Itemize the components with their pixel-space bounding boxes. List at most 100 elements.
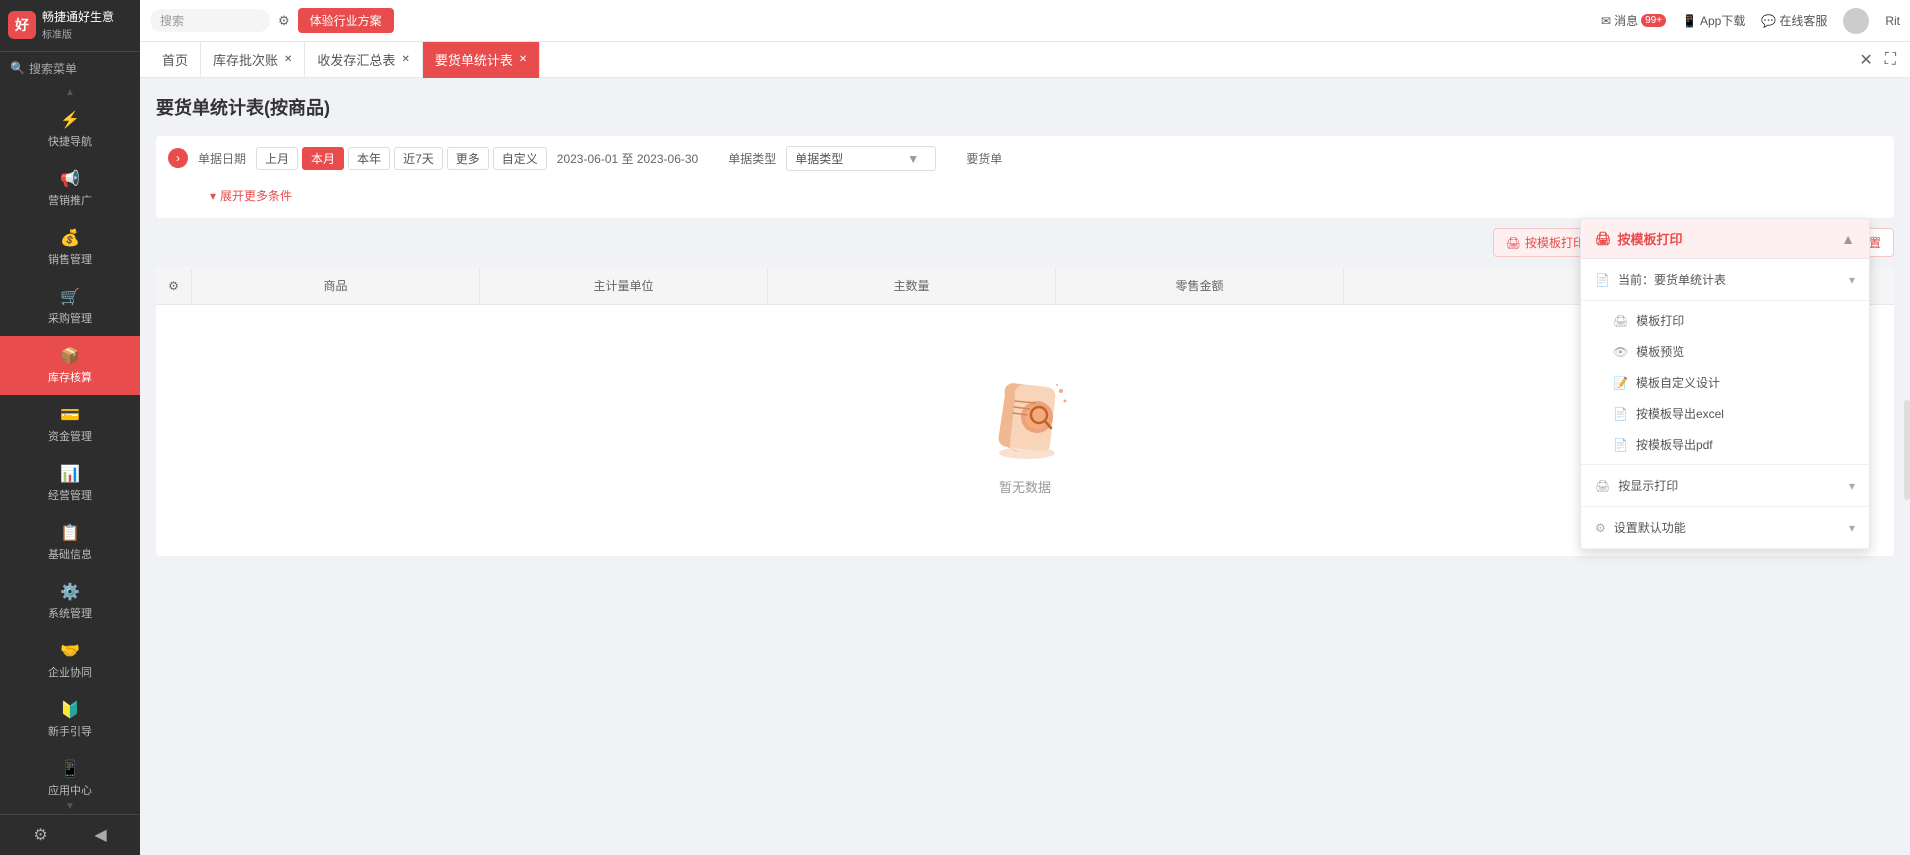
page-area: 要货单统计表(按商品) › 单据日期 上月 本月 本年 近7天 更多 自定义 2…: [140, 78, 1910, 855]
template-print-icon: 🖨: [1613, 314, 1628, 328]
appstore-icon: 📱: [60, 759, 80, 779]
date-btn-7days[interactable]: 近7天: [394, 147, 443, 170]
sidebar-item-collab[interactable]: 🤝 企业协同: [0, 631, 140, 690]
print-dropdown-title: 🖨 按模板打印: [1595, 229, 1683, 248]
tab-close-receipt[interactable]: ✕: [401, 54, 409, 65]
user-avatar[interactable]: [1843, 8, 1869, 34]
expand-icon: ▾: [210, 189, 216, 203]
print-dropdown-header: 🖨 按模板打印 ▲: [1581, 219, 1869, 259]
sidebar-item-finance[interactable]: 💳 资金管理: [0, 395, 140, 454]
default-function-icon: ⚙: [1595, 521, 1606, 535]
app-icon: 📱: [1682, 14, 1697, 28]
sales-icon: 💰: [60, 228, 80, 248]
type-filter-select[interactable]: 单据类型 ▼: [786, 146, 936, 171]
search-menu[interactable]: 🔍 搜索菜单: [0, 52, 140, 85]
top-gear-icon[interactable]: ⚙: [278, 13, 290, 29]
printer-icon: 🖨: [1506, 236, 1521, 250]
template-custom-icon: 📝: [1613, 376, 1628, 390]
finance-icon: 💳: [60, 405, 80, 425]
date-btn-custom[interactable]: 自定义: [493, 147, 547, 170]
print-current-template-item[interactable]: 📄 当前：要货单统计表 ▾: [1581, 263, 1869, 296]
tab-order-summary[interactable]: 要货单统计表 ✕: [423, 42, 540, 78]
sidebar-item-appstore[interactable]: 📱 应用中心: [0, 749, 140, 799]
sidebar-item-operation[interactable]: 📊 经营管理: [0, 454, 140, 513]
date-btn-more[interactable]: 更多: [447, 147, 489, 170]
display-print-item[interactable]: 🖨 按显示打印 ▾: [1581, 469, 1869, 502]
tab-bar-right-controls: ✕ ⛶: [1855, 46, 1900, 74]
sidebar-item-system[interactable]: ⚙️ 系统管理: [0, 572, 140, 631]
top-search: 搜索: [150, 9, 270, 32]
collapse-button[interactable]: ◀: [94, 825, 106, 845]
print-template-custom-item[interactable]: 📝 模板自定义设计: [1581, 367, 1869, 398]
expand-more-button[interactable]: ▾ 展开更多条件: [198, 183, 1882, 208]
tab-close-batch[interactable]: ✕: [284, 54, 292, 65]
message-badge: 99+: [1641, 14, 1666, 27]
online-service-button[interactable]: 💬 在线客服: [1761, 12, 1827, 29]
default-function-left: ⚙ 设置默认功能: [1595, 519, 1686, 536]
collab-icon: 🤝: [60, 641, 80, 661]
date-btn-prev-month[interactable]: 上月: [256, 147, 298, 170]
filter-row-date: 单据日期 上月 本月 本年 近7天 更多 自定义 2023-06-01 至 20…: [198, 146, 1882, 171]
sidebar-item-guide[interactable]: 🔰 新手引导: [0, 690, 140, 749]
operation-icon: 📊: [60, 464, 80, 484]
trial-button[interactable]: 体验行业方案: [298, 8, 394, 33]
sidebar-item-purchase[interactable]: 🛒 采购管理: [0, 277, 140, 336]
message-button[interactable]: ✉ 消息 99+: [1601, 12, 1666, 29]
table-col-settings[interactable]: ⚙: [156, 269, 192, 303]
filter-expand-icon[interactable]: ›: [168, 148, 188, 168]
sidebar-item-sales[interactable]: 💰 销售管理: [0, 218, 140, 277]
export-pdf-icon: 📄: [1613, 438, 1628, 452]
app-download-button[interactable]: 📱 App下载: [1682, 12, 1745, 29]
table-col-product: 商品: [192, 267, 480, 304]
scroll-down[interactable]: ▼: [0, 799, 140, 814]
date-range-display: 2023-06-01 至 2023-06-30: [557, 150, 698, 167]
print-template-preview-item[interactable]: 👁 模板预览: [1581, 336, 1869, 367]
sidebar-item-marketing[interactable]: 📢 营销推广: [0, 159, 140, 218]
print-template-print-item[interactable]: 🖨 模板打印: [1581, 305, 1869, 336]
current-template-arrow: ▾: [1849, 273, 1855, 287]
template-preview-icon: 👁: [1613, 345, 1628, 359]
more-label: 要货单: [966, 150, 1002, 167]
display-print-icon: 🖨: [1595, 479, 1610, 493]
display-print-left: 🖨 按显示打印: [1595, 477, 1678, 494]
print-dropdown-items-section: 🖨 模板打印 👁 模板预览 📝 模板自定义设计: [1581, 301, 1869, 465]
tab-close-all-button[interactable]: ✕: [1855, 46, 1876, 74]
settings-button[interactable]: ⚙: [33, 825, 47, 845]
logo-text: 畅捷通好生意 标准版: [42, 10, 114, 41]
top-bar-right: ✉ 消息 99+ 📱 App下载 💬 在线客服 Rit: [1601, 8, 1900, 34]
date-btn-this-month[interactable]: 本月: [302, 147, 344, 170]
export-excel-icon: 📄: [1613, 407, 1628, 421]
tab-close-order[interactable]: ✕: [519, 54, 527, 65]
tab-receipt-summary[interactable]: 收发存汇总表 ✕: [305, 42, 422, 78]
sidebar-item-inventory[interactable]: 📦 库存核算: [0, 336, 140, 395]
date-btn-this-year[interactable]: 本年: [348, 147, 390, 170]
scroll-indicator[interactable]: [1904, 400, 1910, 500]
print-dropdown-current-section: 📄 当前：要货单统计表 ▾: [1581, 259, 1869, 301]
app-logo: 好 畅捷通好生意 标准版: [0, 0, 140, 52]
print-export-pdf-item[interactable]: 📄 按模板导出pdf: [1581, 429, 1869, 460]
sidebar-item-shortcut[interactable]: ⚡ 快捷导航: [0, 100, 140, 159]
purchase-icon: 🛒: [60, 287, 80, 307]
print-export-excel-item[interactable]: 📄 按模板导出excel: [1581, 398, 1869, 429]
table-col-retail-amount: 零售金额: [1056, 267, 1344, 304]
logo-icon: 好: [8, 11, 36, 39]
table-col-quantity: 主数量: [768, 267, 1056, 304]
sidebar-item-basic[interactable]: 📋 基础信息: [0, 513, 140, 572]
default-function-item[interactable]: ⚙ 设置默认功能 ▾: [1581, 511, 1869, 544]
scroll-up[interactable]: ▲: [0, 85, 140, 100]
system-icon: ⚙️: [60, 582, 80, 602]
template-custom-left: 📝 模板自定义设计: [1613, 374, 1720, 391]
template-preview-left: 👁 模板预览: [1613, 343, 1684, 360]
page-title: 要货单统计表(按商品): [156, 94, 1894, 120]
tab-fullscreen-button[interactable]: ⛶: [1881, 47, 1900, 73]
username-label: Rit: [1885, 14, 1900, 28]
date-filter-label: 单据日期: [198, 150, 246, 167]
print-dropdown-close-button[interactable]: ▲: [1841, 231, 1855, 247]
print-current-template-left: 📄 当前：要货单统计表: [1595, 271, 1726, 288]
print-title-icon: 🖨: [1595, 231, 1612, 247]
tab-batch-account[interactable]: 库存批次账 ✕: [201, 42, 305, 78]
tab-home[interactable]: 首页: [150, 42, 201, 78]
current-template-icon: 📄: [1595, 273, 1610, 287]
guide-icon: 🔰: [60, 700, 80, 720]
tab-bar: 首页 库存批次账 ✕ 收发存汇总表 ✕ 要货单统计表 ✕ ✕ ⛶: [140, 42, 1910, 78]
